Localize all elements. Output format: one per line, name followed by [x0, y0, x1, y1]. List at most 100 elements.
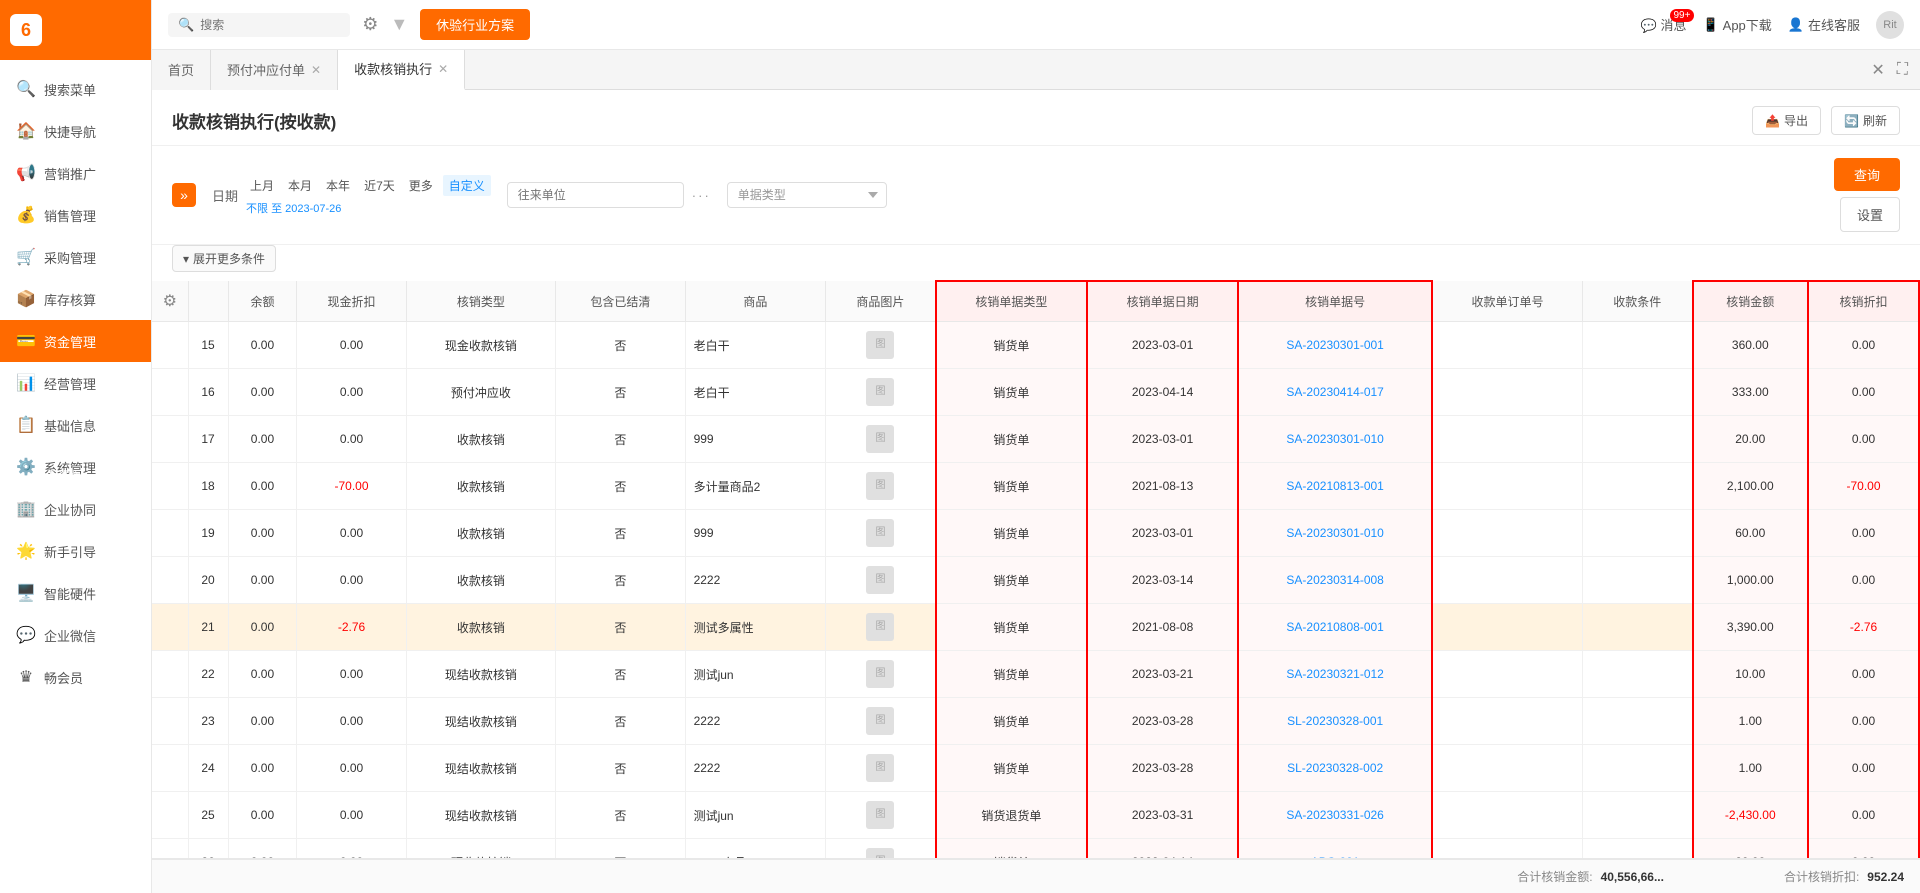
solution-button[interactable]: 休验行业方案 [420, 9, 530, 40]
bill-no-link-19[interactable]: SA-20230301-010 [1286, 526, 1383, 540]
date-btn-7days[interactable]: 近7天 [360, 175, 399, 196]
topbar-settings-icon[interactable]: ⚙ [362, 14, 378, 35]
export-button[interactable]: 📤 导出 [1752, 106, 1821, 135]
sidebar-item-quick[interactable]: 🏠 快捷导航 [0, 110, 151, 152]
cell-write-off-discount-20: 0.00 [1808, 557, 1919, 604]
cell-goods-26: 123D商品 [685, 839, 826, 859]
date-btn-custom[interactable]: 自定义 [443, 175, 491, 196]
cell-write-off-amount-26: 20.00 [1693, 839, 1808, 859]
sidebar-item-marketing[interactable]: 📢 营销推广 [0, 152, 151, 194]
sidebar-item-basic[interactable]: 📋 基础信息 [0, 404, 151, 446]
cell-write-off-amount-17: 20.00 [1693, 416, 1808, 463]
refresh-button[interactable]: 🔄 刷新 [1831, 106, 1900, 135]
th-write-off-type: 核销类型 [406, 281, 556, 322]
cell-goods-25: 测试jun [685, 792, 826, 839]
sidebar-item-finance[interactable]: 💳 资金管理 [0, 320, 151, 362]
content-header: 收款核销执行(按收款) 📤 导出 🔄 刷新 [152, 90, 1920, 146]
query-button[interactable]: 查询 [1834, 158, 1900, 191]
bill-no-link-24[interactable]: SL-20230328-002 [1287, 761, 1383, 775]
tab-receipt-close[interactable]: ✕ [438, 62, 448, 76]
cell-write-off-discount-15: 0.00 [1808, 322, 1919, 369]
tab-prepay[interactable]: 预付冲应付单 ✕ [211, 50, 338, 90]
cell-seq-25: 25 [188, 792, 228, 839]
date-btn-this-month[interactable]: 本月 [284, 175, 316, 196]
cell-bill-date-22: 2023-03-21 [1087, 651, 1238, 698]
chevron-down-icon: ▾ [183, 252, 189, 266]
cell-gear-17 [152, 416, 188, 463]
bill-no-link-23[interactable]: SL-20230328-001 [1287, 714, 1383, 728]
topbar-search-box[interactable]: 🔍 [168, 13, 350, 37]
from-unit-input[interactable] [507, 182, 684, 208]
online-service-button[interactable]: 👤 在线客服 [1788, 15, 1860, 34]
filter-toggle-button[interactable]: » [172, 183, 196, 207]
date-btn-this-year[interactable]: 本年 [322, 175, 354, 196]
bill-no-link-22[interactable]: SA-20230321-012 [1286, 667, 1383, 681]
sidebar-item-member[interactable]: ♛ 畅会员 [0, 656, 151, 698]
sidebar-item-guide[interactable]: 🌟 新手引导 [0, 530, 151, 572]
expand-more-button[interactable]: ▾ 展开更多条件 [172, 245, 276, 272]
purchase-icon: 🛒 [16, 247, 36, 267]
sidebar-item-ops[interactable]: 📊 经营管理 [0, 362, 151, 404]
bill-no-link-15[interactable]: SA-20230301-001 [1286, 338, 1383, 352]
sidebar-item-sales[interactable]: 💰 销售管理 [0, 194, 151, 236]
sidebar-item-label: 库存核算 [44, 290, 96, 309]
cell-cash-discount-23: 0.00 [297, 698, 406, 745]
bill-no-link-20[interactable]: SA-20230314-008 [1286, 573, 1383, 587]
close-window-icon[interactable]: ✕ [1871, 60, 1884, 80]
date-btn-more[interactable]: 更多 [405, 175, 437, 196]
cell-goods-img-23: 图 [826, 698, 936, 745]
maximize-icon[interactable]: ⛶ [1897, 61, 1908, 79]
cell-include-settled-16: 否 [556, 369, 685, 416]
bill-no-link-17[interactable]: SA-20230301-010 [1286, 432, 1383, 446]
cell-receipt-condition-17 [1582, 416, 1692, 463]
cell-gear-26 [152, 839, 188, 859]
tab-home[interactable]: 首页 [152, 50, 211, 90]
bill-no-link-21[interactable]: SA-20210808-001 [1286, 620, 1383, 634]
cell-cash-discount-19: 0.00 [297, 510, 406, 557]
sidebar-item-corp[interactable]: 🏢 企业协同 [0, 488, 151, 530]
cell-gear-24 [152, 745, 188, 792]
table-settings-icon[interactable]: ⚙ [163, 293, 177, 310]
cell-include-settled-17: 否 [556, 416, 685, 463]
user-avatar[interactable]: Rit [1876, 11, 1904, 39]
table-container[interactable]: ⚙ 余额 现金折扣 核销类型 包含已结清 商品 商品图片 核销单据类型 核销单据… [152, 280, 1920, 858]
filter-action-buttons: 查询 设置 [1834, 158, 1900, 232]
sidebar-item-purchase[interactable]: 🛒 采购管理 [0, 236, 151, 278]
cell-bill-type-26: 销货单 [936, 839, 1087, 859]
cell-receipt-order-no-16 [1432, 369, 1582, 416]
tab-receipt[interactable]: 收款核销执行 ✕ [338, 50, 465, 90]
sales-icon: 💰 [16, 205, 36, 225]
topbar-search-input[interactable] [200, 18, 340, 32]
th-settings[interactable]: ⚙ [152, 281, 188, 322]
th-bill-type: 核销单据类型 [936, 281, 1087, 322]
bill-no-link-16[interactable]: SA-20230414-017 [1286, 385, 1383, 399]
sidebar-item-label: 经营管理 [44, 374, 96, 393]
cell-goods-img-25: 图 [826, 792, 936, 839]
tab-prepay-close[interactable]: ✕ [311, 63, 321, 77]
app-download-button[interactable]: 📱 App下载 [1702, 15, 1771, 34]
sidebar-item-search[interactable]: 🔍 搜索菜单 [0, 68, 151, 110]
bill-type-select[interactable]: 单据类型 [727, 182, 887, 208]
cell-seq-20: 20 [188, 557, 228, 604]
sidebar-item-wechat[interactable]: 💬 企业微信 [0, 614, 151, 656]
sidebar-item-label: 快捷导航 [44, 122, 96, 141]
cell-cash-discount-21: -2.76 [297, 604, 406, 651]
bill-no-link-18[interactable]: SA-20210813-001 [1286, 479, 1383, 493]
bill-no-link-25[interactable]: SA-20230331-026 [1286, 808, 1383, 822]
from-unit-dots[interactable]: ··· [692, 188, 711, 203]
table-row: 17 0.00 0.00 收款核销 否 999 图 销货单 2023-03-01… [152, 416, 1919, 463]
cell-receipt-condition-25 [1582, 792, 1692, 839]
date-btn-last-month[interactable]: 上月 [246, 175, 278, 196]
message-button[interactable]: 💬 消息 99+ [1641, 15, 1687, 34]
cell-write-off-discount-19: 0.00 [1808, 510, 1919, 557]
cell-bill-no-24: SL-20230328-002 [1238, 745, 1432, 792]
setting-button[interactable]: 设置 [1840, 197, 1900, 232]
cell-bill-date-17: 2023-03-01 [1087, 416, 1238, 463]
cell-write-off-discount-21: -2.76 [1808, 604, 1919, 651]
sidebar-item-label: 采购管理 [44, 248, 96, 267]
home-icon: 🏠 [16, 121, 36, 141]
sidebar-item-label: 资金管理 [44, 332, 96, 351]
sidebar-item-hardware[interactable]: 🖥️ 智能硬件 [0, 572, 151, 614]
sidebar-item-stock[interactable]: 📦 库存核算 [0, 278, 151, 320]
cell-gear-22 [152, 651, 188, 698]
